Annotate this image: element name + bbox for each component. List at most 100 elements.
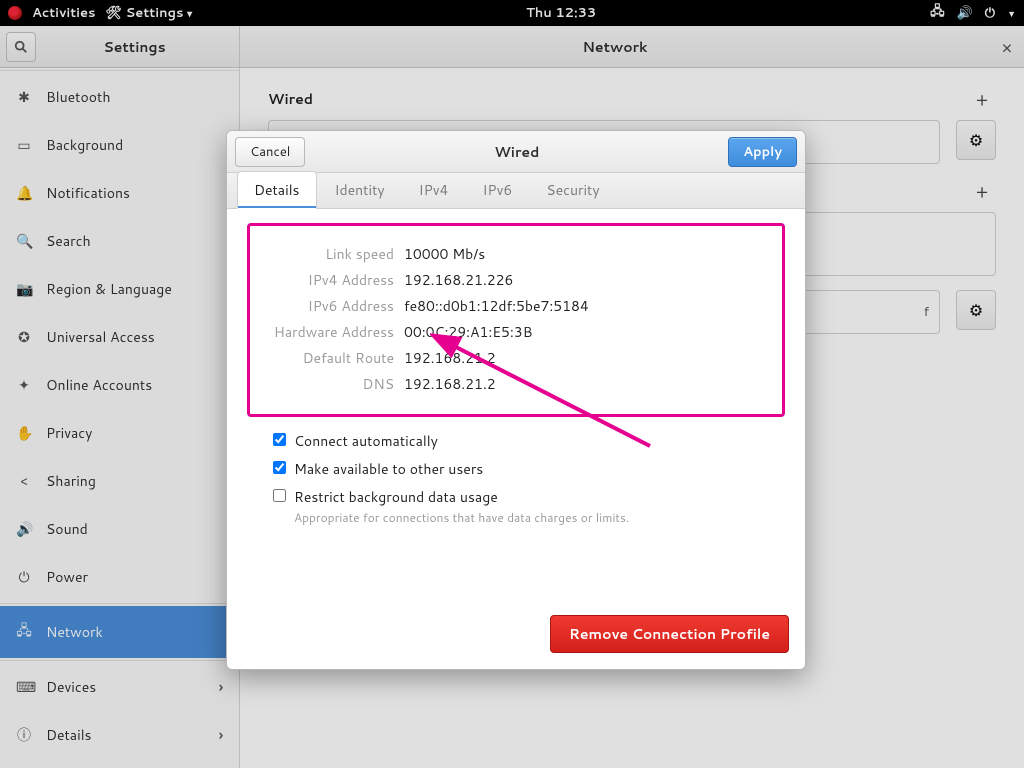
- checkbox-label: Make available to other users: [294, 459, 483, 479]
- sidebar-item-label: Universal Access: [46, 327, 155, 347]
- sidebar-item-label: Details: [46, 725, 92, 745]
- detail-value: 00:0C:29:A1:E5:3B: [404, 322, 532, 342]
- sidebar-item-background[interactable]: ▭ Background: [0, 121, 239, 169]
- sidebar-item-region-language[interactable]: 📷 Region & Language: [0, 265, 239, 313]
- sidebar-item-label: Region & Language: [46, 279, 172, 299]
- detail-value: fe80::d0b1:12df:5be7:5184: [404, 296, 589, 316]
- cancel-button[interactable]: Cancel: [235, 137, 305, 167]
- detail-label: Link speed: [264, 244, 404, 264]
- chevron-right-icon: ›: [219, 725, 223, 745]
- sidebar-item-bluetooth[interactable]: ✱ Bluetooth: [0, 73, 239, 121]
- close-button[interactable]: ×: [990, 34, 1024, 60]
- tab-details[interactable]: Details: [237, 171, 317, 209]
- connect-automatically-checkbox[interactable]: Connect automatically: [273, 431, 785, 451]
- tab-ipv4[interactable]: IPv4: [403, 172, 465, 208]
- sidebar-icon: ✱: [16, 87, 32, 107]
- sidebar-item-devices[interactable]: ⌨ Devices ›: [0, 663, 239, 711]
- tab-identity[interactable]: Identity: [319, 172, 401, 208]
- proxy-settings-button[interactable]: ⚙: [956, 290, 996, 330]
- power-icon[interactable]: ⏻: [985, 4, 995, 22]
- sidebar-item-details[interactable]: ⓘ Details ›: [0, 711, 239, 759]
- detail-row: Default Route 192.168.21.2: [264, 348, 768, 368]
- sidebar-icon: 🔔: [16, 183, 32, 203]
- remove-connection-button[interactable]: Remove Connection Profile: [550, 615, 789, 653]
- sidebar-icon: ⏻: [16, 567, 32, 587]
- sidebar-item-sharing[interactable]: < Sharing: [0, 457, 239, 505]
- panel-title-left: Settings: [36, 37, 233, 57]
- sidebar-item-universal-access[interactable]: ✪ Universal Access: [0, 313, 239, 361]
- dialog-headerbar: Cancel Wired Apply: [227, 131, 805, 173]
- tab-ipv6[interactable]: IPv6: [466, 172, 528, 208]
- search-button[interactable]: [6, 32, 36, 62]
- sidebar-icon: ▭: [16, 135, 32, 155]
- search-icon: [14, 40, 28, 54]
- sidebar-icon: ⓘ: [16, 725, 32, 745]
- checkbox-sublabel: Appropriate for connections that have da…: [294, 509, 629, 526]
- clock[interactable]: Thu 12:33: [192, 4, 930, 22]
- detail-row: IPv4 Address 192.168.21.226: [264, 270, 768, 290]
- sidebar-item-sound[interactable]: 🔊 Sound: [0, 505, 239, 553]
- detail-row: IPv6 Address fe80::d0b1:12df:5be7:5184: [264, 296, 768, 316]
- dialog-tabs: Details Identity IPv4 IPv6 Security: [227, 173, 805, 209]
- sidebar-item-network[interactable]: 🖧 Network: [0, 606, 239, 658]
- checkbox-label: Connect automatically: [294, 431, 438, 451]
- sidebar-item-notifications[interactable]: 🔔 Notifications: [0, 169, 239, 217]
- sidebar-item-label: Background: [46, 135, 123, 155]
- detail-label: IPv6 Address: [264, 296, 404, 316]
- detail-label: IPv4 Address: [264, 270, 404, 290]
- wrench-icon: 🛠: [106, 4, 123, 22]
- tab-security[interactable]: Security: [530, 172, 615, 208]
- sidebar-item-label: Network: [46, 622, 103, 642]
- checkbox-input[interactable]: [273, 433, 286, 446]
- detail-label: DNS: [264, 374, 404, 394]
- sidebar-icon: ✪: [16, 327, 32, 347]
- sidebar-item-label: Sharing: [46, 471, 96, 491]
- sidebar-item-power[interactable]: ⏻ Power: [0, 553, 239, 601]
- headerbar: Settings Network ×: [0, 26, 1024, 68]
- detail-label: Hardware Address: [264, 322, 404, 342]
- sidebar-item-label: Sound: [46, 519, 88, 539]
- system-menu-chevron-icon[interactable]: ▼: [1007, 7, 1016, 20]
- detail-value: 10000 Mb/s: [404, 244, 485, 264]
- detail-row: DNS 192.168.21.2: [264, 374, 768, 394]
- sidebar-icon: ⌨: [16, 677, 32, 697]
- sidebar-icon: ✋: [16, 423, 32, 443]
- app-menu-label: Settings: [126, 4, 184, 22]
- section-wired-label: Wired: [268, 89, 968, 109]
- checkbox-input[interactable]: [273, 489, 286, 502]
- sidebar-item-label: Notifications: [46, 183, 130, 203]
- gear-icon: ⚙: [969, 129, 983, 152]
- details-highlight-box: Link speed 10000 Mb/sIPv4 Address 192.16…: [247, 223, 785, 417]
- sidebar-icon: <: [16, 471, 32, 491]
- sidebar-icon: 🖧: [16, 620, 32, 644]
- activities-button[interactable]: Activities: [32, 4, 96, 22]
- sidebar-item-label: Online Accounts: [46, 375, 152, 395]
- app-menu[interactable]: 🛠 Settings: [106, 4, 193, 22]
- checkbox-input[interactable]: [273, 461, 286, 474]
- add-vpn-button[interactable]: +: [968, 178, 996, 204]
- detail-row: Link speed 10000 Mb/s: [264, 244, 768, 264]
- sidebar-item-online-accounts[interactable]: ✦ Online Accounts: [0, 361, 239, 409]
- sidebar-item-search[interactable]: 🔍 Search: [0, 217, 239, 265]
- available-to-others-checkbox[interactable]: Make available to other users: [273, 459, 785, 479]
- gear-icon: ⚙: [969, 299, 983, 322]
- add-wired-button[interactable]: +: [968, 86, 996, 112]
- distro-logo-icon: [8, 6, 22, 20]
- checkbox-label-text: Restrict background data usage: [294, 487, 498, 507]
- volume-icon[interactable]: 🔊: [957, 4, 973, 22]
- sidebar-item-label: Search: [46, 231, 91, 251]
- chevron-right-icon: ›: [219, 677, 223, 697]
- sidebar-icon: 📷: [16, 279, 32, 299]
- proxy-status: f: [924, 303, 929, 321]
- network-status-icon[interactable]: 🖧: [930, 2, 945, 24]
- sidebar-item-privacy[interactable]: ✋ Privacy: [0, 409, 239, 457]
- sidebar-item-label: Power: [46, 567, 88, 587]
- apply-button[interactable]: Apply: [728, 137, 797, 167]
- detail-value: 192.168.21.2: [404, 374, 496, 394]
- wired-settings-button[interactable]: ⚙: [956, 120, 996, 160]
- detail-row: Hardware Address 00:0C:29:A1:E5:3B: [264, 322, 768, 342]
- detail-value: 192.168.21.2: [404, 348, 496, 368]
- sidebar-item-label: Bluetooth: [46, 87, 110, 107]
- restrict-background-data-checkbox[interactable]: Restrict background data usage Appropria…: [273, 487, 785, 527]
- gnome-topbar: Activities 🛠 Settings Thu 12:33 🖧 🔊 ⏻ ▼: [0, 0, 1024, 26]
